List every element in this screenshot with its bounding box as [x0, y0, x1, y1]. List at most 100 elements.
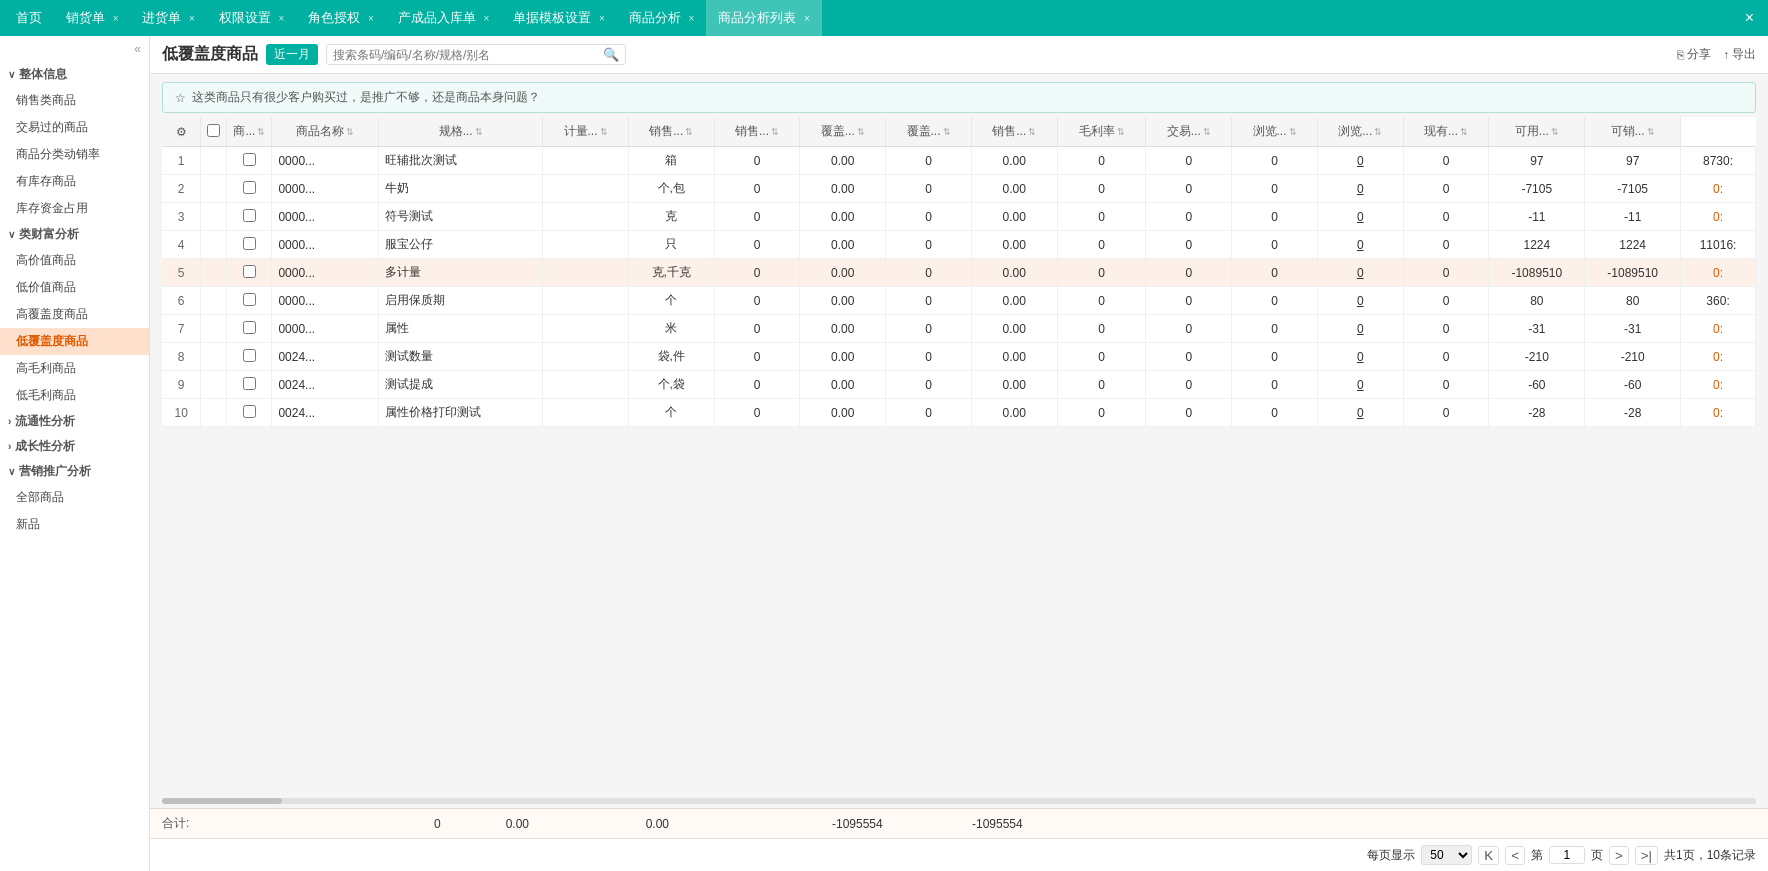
nav-tab-sales[interactable]: 销货单 ×	[54, 0, 130, 36]
row-checkbox-1[interactable]	[227, 175, 272, 203]
close-product-storage-icon[interactable]: ×	[484, 13, 490, 24]
row-check-1[interactable]	[243, 181, 256, 194]
sidebar-collapse-button[interactable]: «	[0, 36, 149, 62]
col-checkbox[interactable]	[201, 117, 227, 147]
row-checkbox-0[interactable]	[227, 147, 272, 175]
row-check-6[interactable]	[243, 321, 256, 334]
col-coverage1[interactable]: 覆盖...⇅	[800, 117, 886, 147]
row-view1-7[interactable]: 0	[1317, 343, 1403, 371]
close-roles-icon[interactable]: ×	[368, 13, 374, 24]
row-checkbox-6[interactable]	[227, 315, 272, 343]
row-view1-3[interactable]: 0	[1317, 231, 1403, 259]
row-check-5[interactable]	[243, 293, 256, 306]
nav-tab-home[interactable]: 首页	[4, 0, 54, 36]
row-checkbox-3[interactable]	[227, 231, 272, 259]
col-saleable[interactable]: 可销...⇅	[1585, 117, 1681, 147]
sidebar-item-all-products[interactable]: 全部商品	[0, 484, 149, 511]
row-view1-4[interactable]: 0	[1317, 259, 1403, 287]
window-close-button[interactable]: ×	[1735, 9, 1764, 27]
close-permissions-icon[interactable]: ×	[279, 13, 285, 24]
first-page-button[interactable]: K	[1478, 846, 1499, 865]
col-available[interactable]: 可用...⇅	[1489, 117, 1585, 147]
col-spec[interactable]: 规格...⇅	[379, 117, 543, 147]
export-button[interactable]: ↑ 导出	[1723, 46, 1756, 63]
row-view1-1[interactable]: 0	[1317, 175, 1403, 203]
sidebar-group-marketing[interactable]: ∨ 营销推广分析	[0, 459, 149, 484]
close-template-icon[interactable]: ×	[599, 13, 605, 24]
next-page-button[interactable]: >	[1609, 846, 1629, 865]
row-view1-2[interactable]: 0	[1317, 203, 1403, 231]
table-wrapper[interactable]: ⚙ 商...⇅ 商品名称⇅ 规格...⇅ 计量...⇅ 销售...⇅ 销售...…	[162, 117, 1756, 798]
select-all-checkbox[interactable]	[207, 124, 220, 137]
sidebar-item-new-products[interactable]: 新品	[0, 511, 149, 538]
col-sale-amount[interactable]: 销售...⇅	[714, 117, 800, 147]
col-sale-qty[interactable]: 销售...⇅	[628, 117, 714, 147]
row-checkbox-2[interactable]	[227, 203, 272, 231]
nav-tab-product-storage[interactable]: 产成品入库单 ×	[386, 0, 501, 36]
page-number-input[interactable]	[1549, 846, 1585, 864]
sidebar-item-low-margin[interactable]: 低毛利商品	[0, 382, 149, 409]
sidebar-item-traded-products[interactable]: 交易过的商品	[0, 114, 149, 141]
col-current[interactable]: 现有...⇅	[1403, 117, 1489, 147]
col-name[interactable]: 商品名称⇅	[272, 117, 379, 147]
sidebar-item-high-margin[interactable]: 高毛利商品	[0, 355, 149, 382]
nav-tab-roles[interactable]: 角色授权 ×	[296, 0, 385, 36]
col-sale-rate[interactable]: 销售...⇅	[971, 117, 1057, 147]
sidebar-item-inventory-capital[interactable]: 库存资金占用	[0, 195, 149, 222]
row-check-4[interactable]	[243, 265, 256, 278]
row-checkbox-5[interactable]	[227, 287, 272, 315]
row-checkbox-8[interactable]	[227, 371, 272, 399]
time-filter-button[interactable]: 近一月	[266, 44, 318, 65]
row-view1-9[interactable]: 0	[1317, 399, 1403, 427]
sidebar-item-inventory-products[interactable]: 有库存商品	[0, 168, 149, 195]
nav-tab-product-analysis[interactable]: 商品分析 ×	[617, 0, 706, 36]
close-purchase-icon[interactable]: ×	[189, 13, 195, 24]
col-view2[interactable]: 浏览...⇅	[1317, 117, 1403, 147]
nav-tab-template[interactable]: 单据模板设置 ×	[501, 0, 616, 36]
row-check-9[interactable]	[243, 405, 256, 418]
sidebar-group-liquidity[interactable]: › 流通性分析	[0, 409, 149, 434]
sidebar-group-growth[interactable]: › 成长性分析	[0, 434, 149, 459]
col-settings[interactable]: ⚙	[162, 117, 201, 147]
row-checkbox-4[interactable]	[227, 259, 272, 287]
share-button[interactable]: ⎘ 分享	[1677, 46, 1711, 63]
row-view1-5[interactable]: 0	[1317, 287, 1403, 315]
horizontal-scrollbar[interactable]	[162, 798, 1756, 804]
sidebar-item-category-activity[interactable]: 商品分类动销率	[0, 141, 149, 168]
row-checkbox-7[interactable]	[227, 343, 272, 371]
sidebar-item-high-coverage[interactable]: 高覆盖度商品	[0, 301, 149, 328]
row-check-0[interactable]	[243, 153, 256, 166]
row-view1-6[interactable]: 0	[1317, 315, 1403, 343]
col-view1[interactable]: 浏览...⇅	[1232, 117, 1318, 147]
page-size-select[interactable]: 50 100 200	[1421, 845, 1472, 865]
col-code[interactable]: 商...⇅	[227, 117, 272, 147]
search-icon[interactable]: 🔍	[603, 47, 619, 62]
scrollbar-thumb[interactable]	[162, 798, 282, 804]
nav-tab-purchase[interactable]: 进货单 ×	[130, 0, 206, 36]
prev-page-button[interactable]: <	[1505, 846, 1525, 865]
row-checkbox-9[interactable]	[227, 399, 272, 427]
row-view1-0[interactable]: 0	[1317, 147, 1403, 175]
row-check-3[interactable]	[243, 237, 256, 250]
sidebar-item-high-value[interactable]: 高价值商品	[0, 247, 149, 274]
nav-tab-permissions[interactable]: 权限设置 ×	[207, 0, 296, 36]
col-trade[interactable]: 交易...⇅	[1146, 117, 1232, 147]
row-check-8[interactable]	[243, 377, 256, 390]
row-check-7[interactable]	[243, 349, 256, 362]
row-view1-8[interactable]: 0	[1317, 371, 1403, 399]
close-analysis-list-icon[interactable]: ×	[804, 13, 810, 24]
sidebar-item-low-coverage[interactable]: 低覆盖度商品	[0, 328, 149, 355]
close-product-analysis-icon[interactable]: ×	[688, 13, 694, 24]
col-gross-rate[interactable]: 毛利率⇅	[1057, 117, 1146, 147]
col-unit[interactable]: 计量...⇅	[543, 117, 629, 147]
nav-tab-analysis-list[interactable]: 商品分析列表 ×	[706, 0, 821, 36]
sidebar-group-overall[interactable]: ∨ 整体信息	[0, 62, 149, 87]
sidebar-item-sales-products[interactable]: 销售类商品	[0, 87, 149, 114]
close-sales-icon[interactable]: ×	[113, 13, 119, 24]
sidebar-group-wealth[interactable]: ∨ 类财富分析	[0, 222, 149, 247]
col-coverage2[interactable]: 覆盖...⇅	[886, 117, 972, 147]
sidebar-item-low-value[interactable]: 低价值商品	[0, 274, 149, 301]
search-input[interactable]	[333, 48, 603, 62]
last-page-button[interactable]: >|	[1635, 846, 1658, 865]
row-check-2[interactable]	[243, 209, 256, 222]
